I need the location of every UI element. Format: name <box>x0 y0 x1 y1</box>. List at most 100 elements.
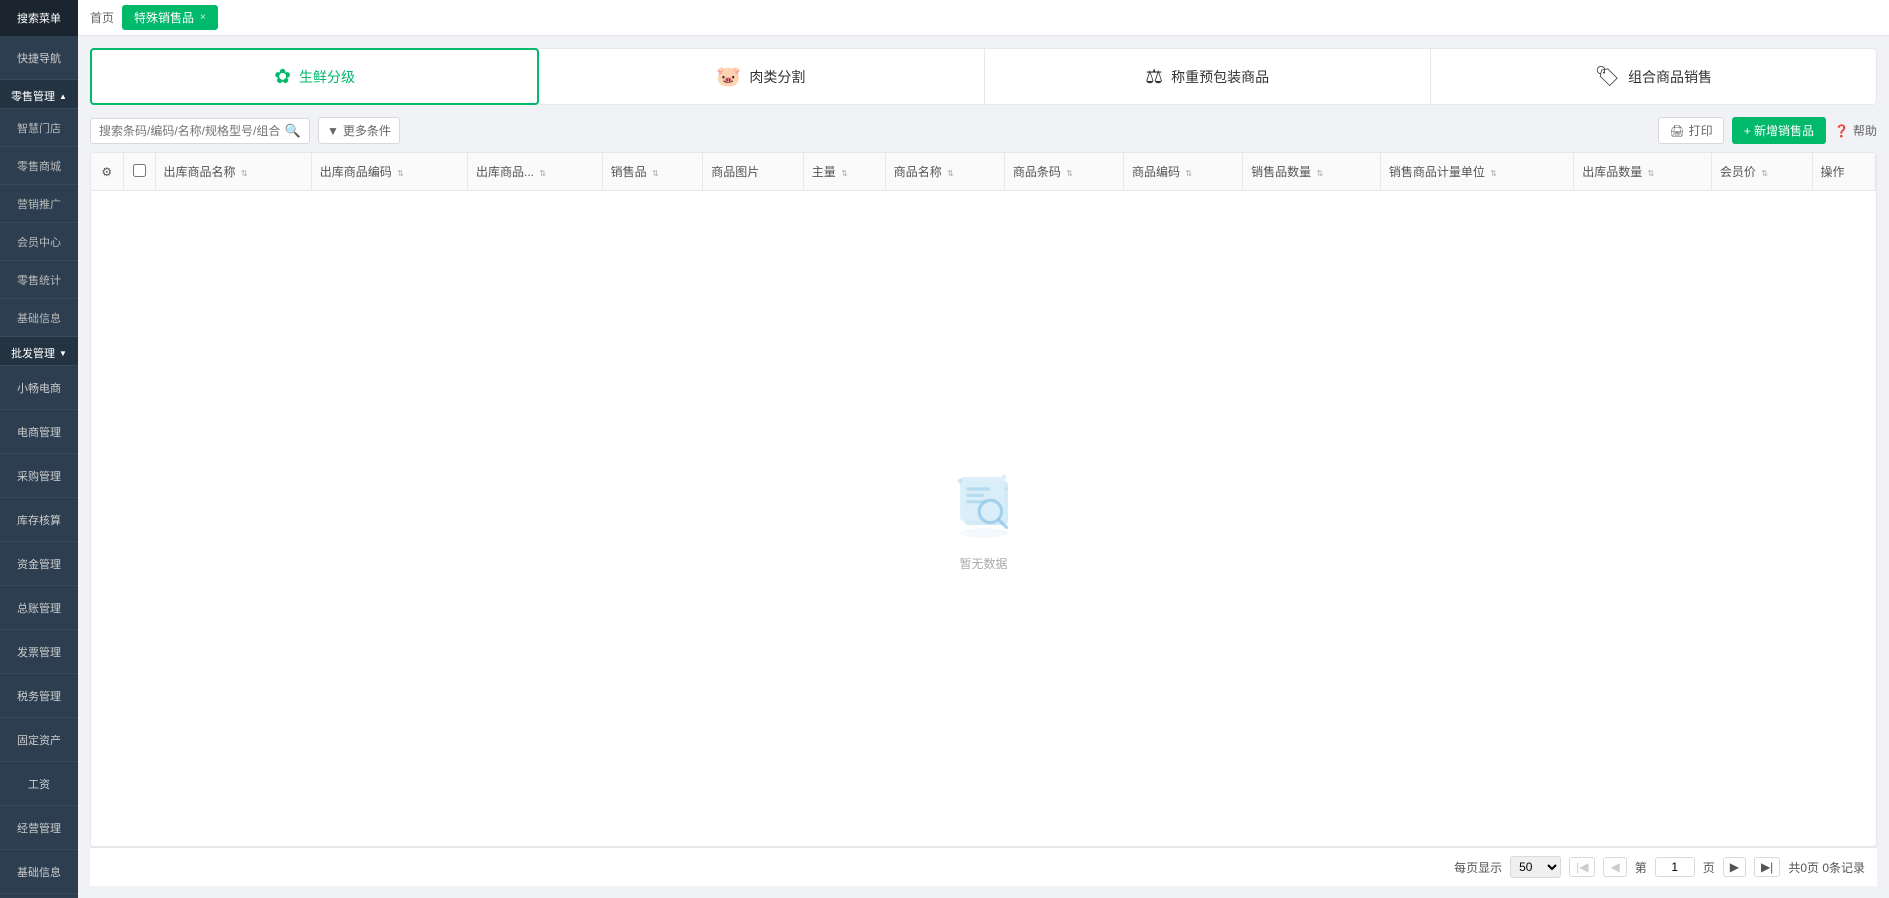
sort-sale-qty-icon: ⇅ <box>1317 169 1324 178</box>
empty-text: 暂无数据 <box>959 555 1007 572</box>
combo-sale-icon: 🏷 <box>1595 64 1620 89</box>
th-member-price[interactable]: 会员价 ⇅ <box>1711 153 1812 191</box>
sidebar-item-ecommerce[interactable]: 电商管理 <box>0 410 78 454</box>
sidebar-item-basic-info2[interactable]: 基础信息 <box>0 850 78 894</box>
active-tab[interactable]: 特殊销售品 × <box>122 5 218 30</box>
meat-cut-label: 肉类分割 <box>749 67 805 87</box>
th-settings[interactable]: ⚙ <box>91 153 123 191</box>
retail-group-label: 零售管理 <box>11 88 55 104</box>
add-label: + 新增销售品 <box>1744 122 1814 139</box>
th-product-name[interactable]: 商品名称 ⇅ <box>885 153 1004 191</box>
sidebar-item-general-ledger[interactable]: 总账管理 <box>0 586 78 630</box>
settings-icon: ⚙ <box>101 165 112 179</box>
search-icon: 🔍 <box>285 123 301 139</box>
sort-member-price-icon: ⇅ <box>1761 169 1768 178</box>
total-text: 共0页 0条记录 <box>1788 859 1865 876</box>
filter-icon: ▼ <box>327 124 339 138</box>
sort-sale-product-icon: ⇅ <box>652 169 659 178</box>
per-page-select[interactable]: 50 10 20 100 <box>1510 856 1561 878</box>
help-icon: ❓ <box>1834 124 1849 138</box>
sidebar-logo[interactable]: 搜索菜单 <box>0 0 78 36</box>
sort-barcode-icon: ⇅ <box>1066 169 1073 178</box>
search-input[interactable] <box>99 124 281 138</box>
sidebar-item-retail-mall[interactable]: 零售商城 <box>0 147 78 185</box>
sidebar-item-fixed-assets[interactable]: 固定资产 <box>0 718 78 762</box>
th-out-product-unit[interactable]: 出库商品... ⇅ <box>468 153 603 191</box>
tab-weight-pack[interactable]: ⚖ 称重预包装商品 <box>985 49 1431 104</box>
th-out-qty[interactable]: 出库品数量 ⇅ <box>1574 153 1712 191</box>
next-page-button[interactable]: ▶ <box>1723 857 1746 877</box>
fresh-grade-icon: ✿ <box>274 64 291 89</box>
sidebar-item-system-mgmt[interactable]: 系统管理 <box>0 894 78 898</box>
sort-sale-unit-icon: ⇅ <box>1490 169 1497 178</box>
th-sale-qty[interactable]: 销售品数量 ⇅ <box>1243 153 1381 191</box>
empty-state: 暂无数据 <box>91 191 1876 846</box>
sidebar-item-wages[interactable]: 工资 <box>0 762 78 806</box>
per-page-label: 每页显示 <box>1454 859 1502 876</box>
fresh-grade-label: 生鲜分级 <box>299 67 355 87</box>
th-product-barcode[interactable]: 商品条码 ⇅ <box>1004 153 1123 191</box>
sidebar-item-tax[interactable]: 税务管理 <box>0 674 78 718</box>
sidebar-item-basic-info[interactable]: 基础信息 <box>0 299 78 337</box>
sort-main-unit-icon: ⇅ <box>841 169 848 178</box>
sidebar-item-ops-mgmt[interactable]: 经营管理 <box>0 806 78 850</box>
tab-meat-cut[interactable]: 🐷 肉类分割 <box>538 49 984 104</box>
page-label-after: 页 <box>1703 859 1715 876</box>
empty-state-icon <box>944 465 1024 545</box>
sort-out-name-icon: ⇅ <box>241 169 248 178</box>
sidebar-item-small-shop[interactable]: 小畅电商 <box>0 366 78 410</box>
th-checkbox[interactable] <box>123 153 155 191</box>
print-icon: 🖨 <box>1669 124 1684 138</box>
filter-button[interactable]: ▼ 更多条件 <box>318 117 400 144</box>
topbar: 首页 特殊销售品 × <box>78 0 1889 36</box>
sort-product-code-icon: ⇅ <box>1185 169 1192 178</box>
sidebar-item-inventory[interactable]: 库存核算 <box>0 498 78 542</box>
select-all-checkbox[interactable] <box>133 164 146 177</box>
sidebar-group-wholesale[interactable]: 批发管理 <box>0 337 78 366</box>
sort-out-unit-icon: ⇅ <box>539 169 546 178</box>
sort-product-name-icon: ⇅ <box>947 169 954 178</box>
th-product-image[interactable]: 商品图片 <box>703 153 804 191</box>
home-breadcrumb[interactable]: 首页 <box>90 9 114 26</box>
sidebar-item-quick-nav[interactable]: 快捷导航 <box>0 36 78 80</box>
tab-close-icon[interactable]: × <box>200 12 206 23</box>
last-page-button[interactable]: ▶| <box>1754 857 1780 877</box>
print-button[interactable]: 🖨 打印 <box>1658 117 1723 144</box>
search-box[interactable]: 🔍 <box>90 118 310 144</box>
th-product-code[interactable]: 商品编码 ⇅ <box>1124 153 1243 191</box>
th-sale-product[interactable]: 销售品 ⇅ <box>602 153 703 191</box>
table-container: ⚙ 出库商品名称 ⇅ 出库商品编码 ⇅ <box>90 152 1877 847</box>
sidebar-group-retail[interactable]: 零售管理 <box>0 80 78 109</box>
tab-fresh-grade[interactable]: ✿ 生鲜分级 <box>90 48 539 105</box>
sidebar-item-purchase[interactable]: 采购管理 <box>0 454 78 498</box>
th-sale-unit[interactable]: 销售商品计量单位 ⇅ <box>1380 153 1573 191</box>
tab-combo-sale[interactable]: 🏷 组合商品销售 <box>1431 49 1876 104</box>
print-label: 打印 <box>1689 122 1713 139</box>
page-input[interactable] <box>1655 857 1695 877</box>
sidebar-item-member-center[interactable]: 会员中心 <box>0 223 78 261</box>
filter-label: 更多条件 <box>343 122 391 139</box>
sidebar-item-sales-promo[interactable]: 营销推广 <box>0 185 78 223</box>
prev-page-button[interactable]: ◀ <box>1603 857 1626 877</box>
help-button[interactable]: ❓ 帮助 <box>1834 122 1877 139</box>
sidebar-item-retail-stats[interactable]: 零售统计 <box>0 261 78 299</box>
th-action: 操作 <box>1812 153 1876 191</box>
active-tab-label: 特殊销售品 <box>134 9 194 26</box>
th-out-product-name[interactable]: 出库商品名称 ⇅ <box>155 153 311 191</box>
th-out-product-code[interactable]: 出库商品编码 ⇅ <box>311 153 467 191</box>
sort-out-code-icon: ⇅ <box>397 169 404 178</box>
main-area: 首页 特殊销售品 × ✿ 生鲜分级 🐷 肉类分割 ⚖ 称重预包装商品 🏷 组合商… <box>78 0 1889 898</box>
add-button[interactable]: + 新增销售品 <box>1732 117 1826 144</box>
weight-pack-label: 称重预包装商品 <box>1171 67 1269 87</box>
sidebar-item-invoice[interactable]: 发票管理 <box>0 630 78 674</box>
toolbar: 🔍 ▼ 更多条件 🖨 打印 + 新增销售品 ❓ 帮助 <box>90 117 1877 144</box>
first-page-button[interactable]: |◀ <box>1569 857 1595 877</box>
sidebar-item-smart-store[interactable]: 智慧门店 <box>0 109 78 147</box>
toolbar-right: 🖨 打印 + 新增销售品 ❓ 帮助 <box>1658 117 1877 144</box>
wholesale-group-label: 批发管理 <box>11 345 55 361</box>
content-area: ✿ 生鲜分级 🐷 肉类分割 ⚖ 称重预包装商品 🏷 组合商品销售 🔍 <box>78 36 1889 898</box>
th-main-unit[interactable]: 主量 ⇅ <box>803 153 885 191</box>
sidebar-item-capital[interactable]: 资金管理 <box>0 542 78 586</box>
toolbar-left: 🔍 ▼ 更多条件 <box>90 117 400 144</box>
combo-sale-label: 组合商品销售 <box>1628 67 1712 87</box>
